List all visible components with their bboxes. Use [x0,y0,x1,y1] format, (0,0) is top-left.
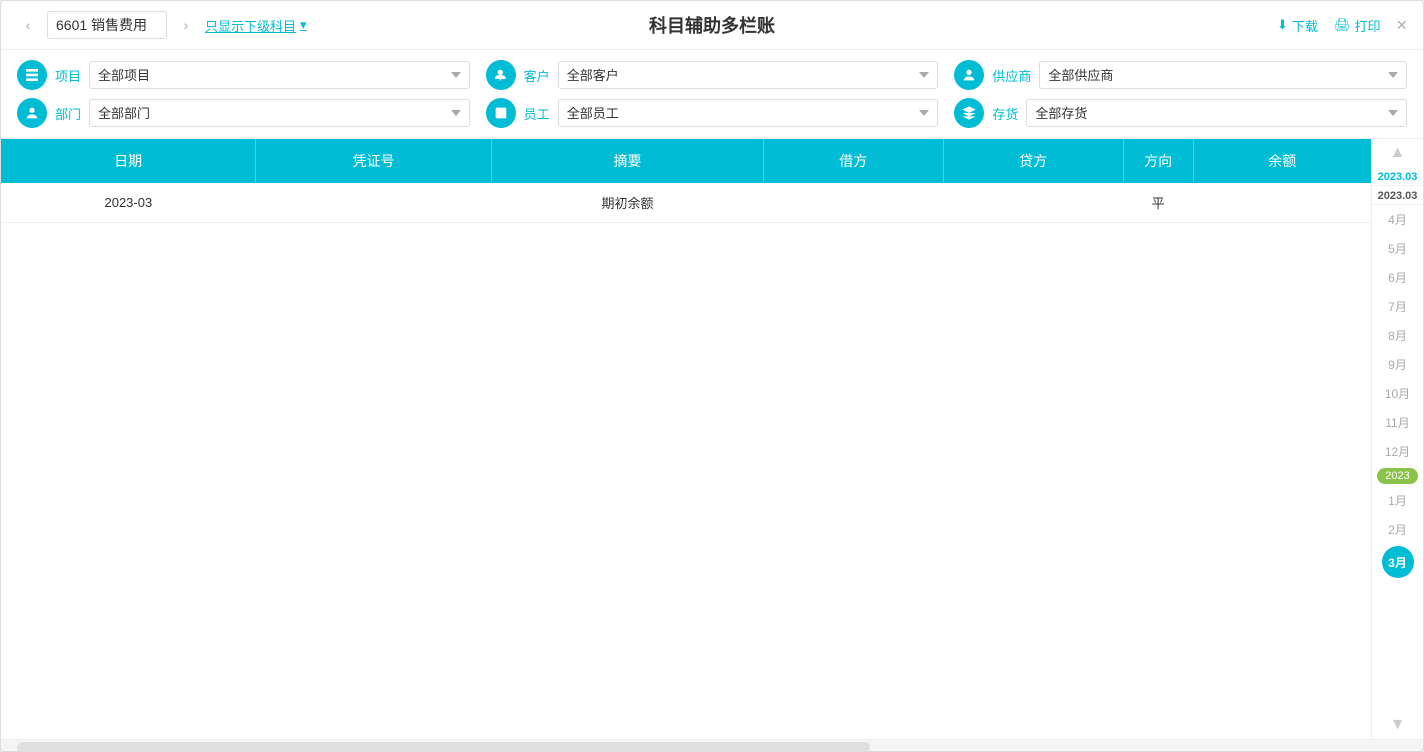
cell-balance [1193,183,1371,223]
account-code-display: 6601 销售费用 [47,11,167,39]
table-row: 2023-03 期初余额 平 [1,183,1371,223]
cell-direction: 平 [1123,183,1193,223]
supplier-icon [954,60,984,90]
timeline-month-4[interactable]: 4月 [1372,205,1423,234]
print-button[interactable]: 🖨 打印 [1334,16,1381,35]
print-label: 打印 [1354,16,1380,35]
filter-item-supplier: 供应商 全部供应商 [954,60,1407,90]
cell-credit [943,183,1123,223]
title-bar-right: ⬇ 下载 🖨 打印 × [1277,15,1407,36]
timeline-month-3-selected[interactable]: 3月 [1382,546,1414,578]
filter-area: 项目 全部项目 客户 全部客户 供应商 [1,50,1423,139]
timeline-month-6[interactable]: 6月 [1372,263,1423,292]
department-icon [17,98,47,128]
download-icon: ⬇ [1277,17,1288,33]
inventory-icon [954,98,984,128]
supplier-select[interactable]: 全部供应商 [1039,61,1407,89]
table-area: 日期 凭证号 摘要 借方 贷方 方向 余额 2023-03 期初余额 [1,139,1423,739]
timeline-month-2[interactable]: 2月 [1372,515,1423,544]
col-balance: 余额 [1193,139,1371,183]
timeline-month-11[interactable]: 11月 [1372,408,1423,437]
download-label: 下载 [1292,16,1318,35]
customer-icon [486,60,516,90]
prev-account-button[interactable]: ‹ [17,14,39,36]
customer-label: 客户 [524,66,550,85]
timeline-month-10[interactable]: 10月 [1372,379,1423,408]
filter-item-employee: 员工 全部员工 [486,98,939,128]
department-select[interactable]: 全部部门 [89,99,470,127]
show-sub-button[interactable]: 只显示下级科目 ▾ [205,16,307,35]
inventory-select[interactable]: 全部存货 [1026,99,1407,127]
department-label: 部门 [55,104,81,123]
filter-item-inventory: 存货 全部存货 [954,98,1407,128]
cell-summary: 期初余额 [492,183,764,223]
filter-item-department: 部门 全部部门 [17,98,470,128]
project-select[interactable]: 全部项目 [89,61,470,89]
cell-date: 2023-03 [1,183,256,223]
inventory-label: 存货 [992,104,1018,123]
customer-select[interactable]: 全部客户 [558,61,939,89]
close-button[interactable]: × [1396,15,1407,36]
col-date: 日期 [1,139,256,183]
filter-item-project: 项目 全部项目 [17,60,470,90]
timeline-scroll-up[interactable]: ▲ [1372,139,1423,167]
col-voucher: 凭证号 [256,139,492,183]
filter-row-2: 部门 全部部门 员工 全部员工 存货 [17,98,1407,128]
timeline-month-8[interactable]: 8月 [1372,321,1423,350]
main-window: ‹ 6601 销售费用 › 只显示下级科目 ▾ 科目辅助多栏账 ⬇ 下载 🖨 打… [0,0,1424,752]
employee-icon [486,98,516,128]
timeline-period-1[interactable]: 2023.03 [1372,167,1423,186]
employee-label: 员工 [524,104,550,123]
project-icon [17,60,47,90]
employee-select[interactable]: 全部员工 [558,99,939,127]
filter-item-customer: 客户 全部客户 [486,60,939,90]
title-bar: ‹ 6601 销售费用 › 只显示下级科目 ▾ 科目辅助多栏账 ⬇ 下载 🖨 打… [1,1,1423,50]
timeline-month-1[interactable]: 1月 [1372,486,1423,515]
side-timeline: ▲ 2023.03 2023.03 4月 5月 6月 7月 8月 9月 10月 … [1371,139,1423,739]
horizontal-scrollbar[interactable] [1,739,1423,751]
cell-debit [763,183,943,223]
timeline-month-5[interactable]: 5月 [1372,234,1423,263]
filter-row-1: 项目 全部项目 客户 全部客户 供应商 [17,60,1407,90]
timeline-month-12[interactable]: 12月 [1372,437,1423,466]
col-debit: 借方 [763,139,943,183]
timeline-items: 2023.03 2023.03 4月 5月 6月 7月 8月 9月 10月 11… [1372,167,1423,711]
chevron-down-icon: ▾ [300,17,307,33]
year-badge[interactable]: 2023 [1377,468,1417,484]
timeline-period-2[interactable]: 2023.03 [1372,186,1423,205]
timeline-month-9[interactable]: 9月 [1372,350,1423,379]
table-header-row: 日期 凭证号 摘要 借方 贷方 方向 余额 [1,139,1371,183]
title-bar-left: ‹ 6601 销售费用 › 只显示下级科目 ▾ [17,11,307,39]
page-title: 科目辅助多栏账 [649,12,775,38]
timeline-scroll-down[interactable]: ▼ [1372,711,1423,739]
print-icon: 🖨 [1334,17,1351,33]
show-sub-label: 只显示下级科目 [205,16,296,35]
col-summary: 摘要 [492,139,764,183]
col-credit: 贷方 [943,139,1123,183]
cell-voucher [256,183,492,223]
ledger-table: 日期 凭证号 摘要 借方 贷方 方向 余额 2023-03 期初余额 [1,139,1371,223]
project-label: 项目 [55,66,81,85]
timeline-month-7[interactable]: 7月 [1372,292,1423,321]
col-direction: 方向 [1123,139,1193,183]
next-account-button[interactable]: › [175,14,197,36]
supplier-label: 供应商 [992,66,1031,85]
download-button[interactable]: ⬇ 下载 [1277,16,1318,35]
